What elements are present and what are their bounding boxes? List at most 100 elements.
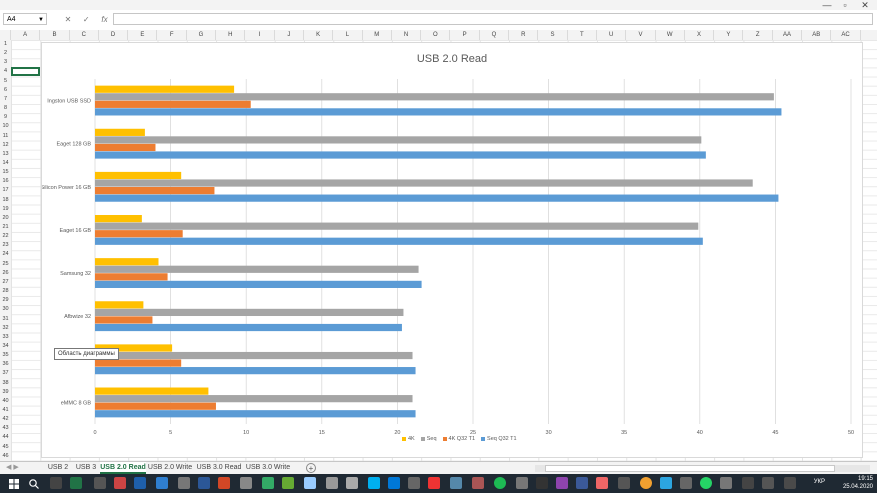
row-header[interactable]: 37	[0, 369, 11, 378]
app-icon[interactable]	[94, 477, 106, 489]
row-header[interactable]: 16	[0, 177, 11, 186]
app-icon[interactable]	[114, 477, 126, 489]
telegram-icon[interactable]	[660, 477, 672, 489]
sheet-tab[interactable]: USB 3	[74, 462, 98, 474]
app-icon[interactable]	[680, 477, 692, 489]
tray-icon[interactable]	[784, 477, 796, 489]
row-header[interactable]: 5	[0, 77, 11, 86]
select-all-corner[interactable]	[0, 30, 11, 40]
row-header[interactable]: 41	[0, 406, 11, 415]
scrollbar-thumb[interactable]	[545, 465, 835, 472]
column-header[interactable]: X	[685, 30, 715, 40]
app-icon[interactable]	[218, 477, 230, 489]
column-header[interactable]: D	[99, 30, 129, 40]
close-button[interactable]: ✕	[858, 0, 872, 10]
column-header[interactable]: H	[216, 30, 246, 40]
row-header[interactable]: 46	[0, 452, 11, 461]
row-header[interactable]: 4	[0, 67, 11, 76]
column-header[interactable]: M	[363, 30, 392, 40]
row-header[interactable]: 32	[0, 324, 11, 333]
row-header[interactable]: 3	[0, 58, 11, 67]
sheet-tab[interactable]: USB 3.0 Write	[243, 462, 293, 474]
column-header[interactable]: G	[187, 30, 217, 40]
add-sheet-button[interactable]: +	[306, 463, 316, 473]
edge-icon[interactable]	[388, 477, 400, 489]
column-header[interactable]: AC	[831, 30, 861, 40]
cancel-icon[interactable]: ✕	[60, 13, 76, 27]
row-header[interactable]: 23	[0, 241, 11, 250]
row-header[interactable]: 8	[0, 104, 11, 113]
app-icon[interactable]	[742, 477, 754, 489]
app-icon[interactable]	[156, 477, 168, 489]
column-header[interactable]: T	[568, 30, 597, 40]
active-cell[interactable]	[11, 67, 40, 76]
app-icon[interactable]	[282, 477, 294, 489]
row-header[interactable]: 45	[0, 443, 11, 452]
row-header[interactable]: 26	[0, 269, 11, 278]
column-header[interactable]: B	[40, 30, 70, 40]
app-icon[interactable]	[262, 477, 274, 489]
row-header[interactable]: 39	[0, 388, 11, 397]
app-icon[interactable]	[556, 477, 568, 489]
row-header[interactable]: 42	[0, 415, 11, 424]
row-header[interactable]: 19	[0, 205, 11, 214]
row-header[interactable]: 18	[0, 196, 11, 205]
column-header[interactable]: Q	[480, 30, 510, 40]
excel-app-icon[interactable]	[70, 477, 82, 489]
insert-function-icon[interactable]: fx	[96, 13, 112, 27]
row-header[interactable]: 25	[0, 260, 11, 269]
row-header[interactable]: 20	[0, 214, 11, 223]
row-header[interactable]: 2	[0, 49, 11, 58]
app-icon[interactable]	[450, 477, 462, 489]
row-header[interactable]: 1	[0, 40, 11, 49]
row-header[interactable]: 30	[0, 305, 11, 314]
column-header[interactable]: V	[626, 30, 656, 40]
row-header[interactable]: 43	[0, 424, 11, 433]
app-icon[interactable]	[762, 477, 774, 489]
app-icon[interactable]	[346, 477, 358, 489]
clock[interactable]: 19:15 25.04.2020	[843, 475, 873, 491]
horizontal-scrollbar[interactable]	[535, 465, 870, 472]
column-header[interactable]: P	[451, 30, 480, 40]
row-header[interactable]: 13	[0, 150, 11, 159]
app-icon[interactable]	[516, 477, 528, 489]
row-header[interactable]: 6	[0, 86, 11, 95]
column-header[interactable]: E	[128, 30, 158, 40]
row-header[interactable]: 34	[0, 342, 11, 351]
app-icon[interactable]	[178, 477, 190, 489]
column-header[interactable]: AB	[802, 30, 832, 40]
row-header[interactable]: 29	[0, 296, 11, 305]
column-header[interactable]: Y	[714, 30, 744, 40]
app-icon[interactable]	[408, 477, 420, 489]
windows-start-icon[interactable]	[8, 477, 20, 489]
name-box[interactable]: A4 ▼	[3, 13, 47, 25]
row-header[interactable]: 33	[0, 333, 11, 342]
task-view-icon[interactable]	[50, 477, 62, 489]
column-header[interactable]: C	[70, 30, 99, 40]
app-icon[interactable]	[536, 477, 548, 489]
row-header[interactable]: 24	[0, 250, 11, 259]
column-header[interactable]: J	[275, 30, 304, 40]
row-header[interactable]: 36	[0, 360, 11, 369]
row-header[interactable]: 40	[0, 397, 11, 406]
app-icon[interactable]	[720, 477, 732, 489]
row-header[interactable]: 15	[0, 168, 11, 177]
formula-input[interactable]	[113, 13, 873, 25]
row-header[interactable]: 31	[0, 315, 11, 324]
sheet-tab[interactable]: USB 2	[44, 462, 72, 474]
app-icon[interactable]	[240, 477, 252, 489]
row-header[interactable]: 38	[0, 379, 11, 388]
app-icon[interactable]	[472, 477, 484, 489]
row-header[interactable]: 12	[0, 141, 11, 150]
sheet-tab[interactable]: USB 2.0 Write	[146, 462, 194, 474]
column-header[interactable]: K	[304, 30, 334, 40]
enter-icon[interactable]: ✓	[78, 13, 94, 27]
minimize-button[interactable]: —	[820, 0, 834, 10]
app-icon[interactable]	[304, 477, 316, 489]
search-icon[interactable]	[28, 477, 40, 489]
sheet-nav-arrows-icon[interactable]: ◀ ▶	[6, 462, 19, 474]
column-header[interactable]: R	[509, 30, 539, 40]
row-header[interactable]: 7	[0, 95, 11, 104]
row-header[interactable]: 28	[0, 287, 11, 296]
row-header[interactable]: 44	[0, 433, 11, 442]
